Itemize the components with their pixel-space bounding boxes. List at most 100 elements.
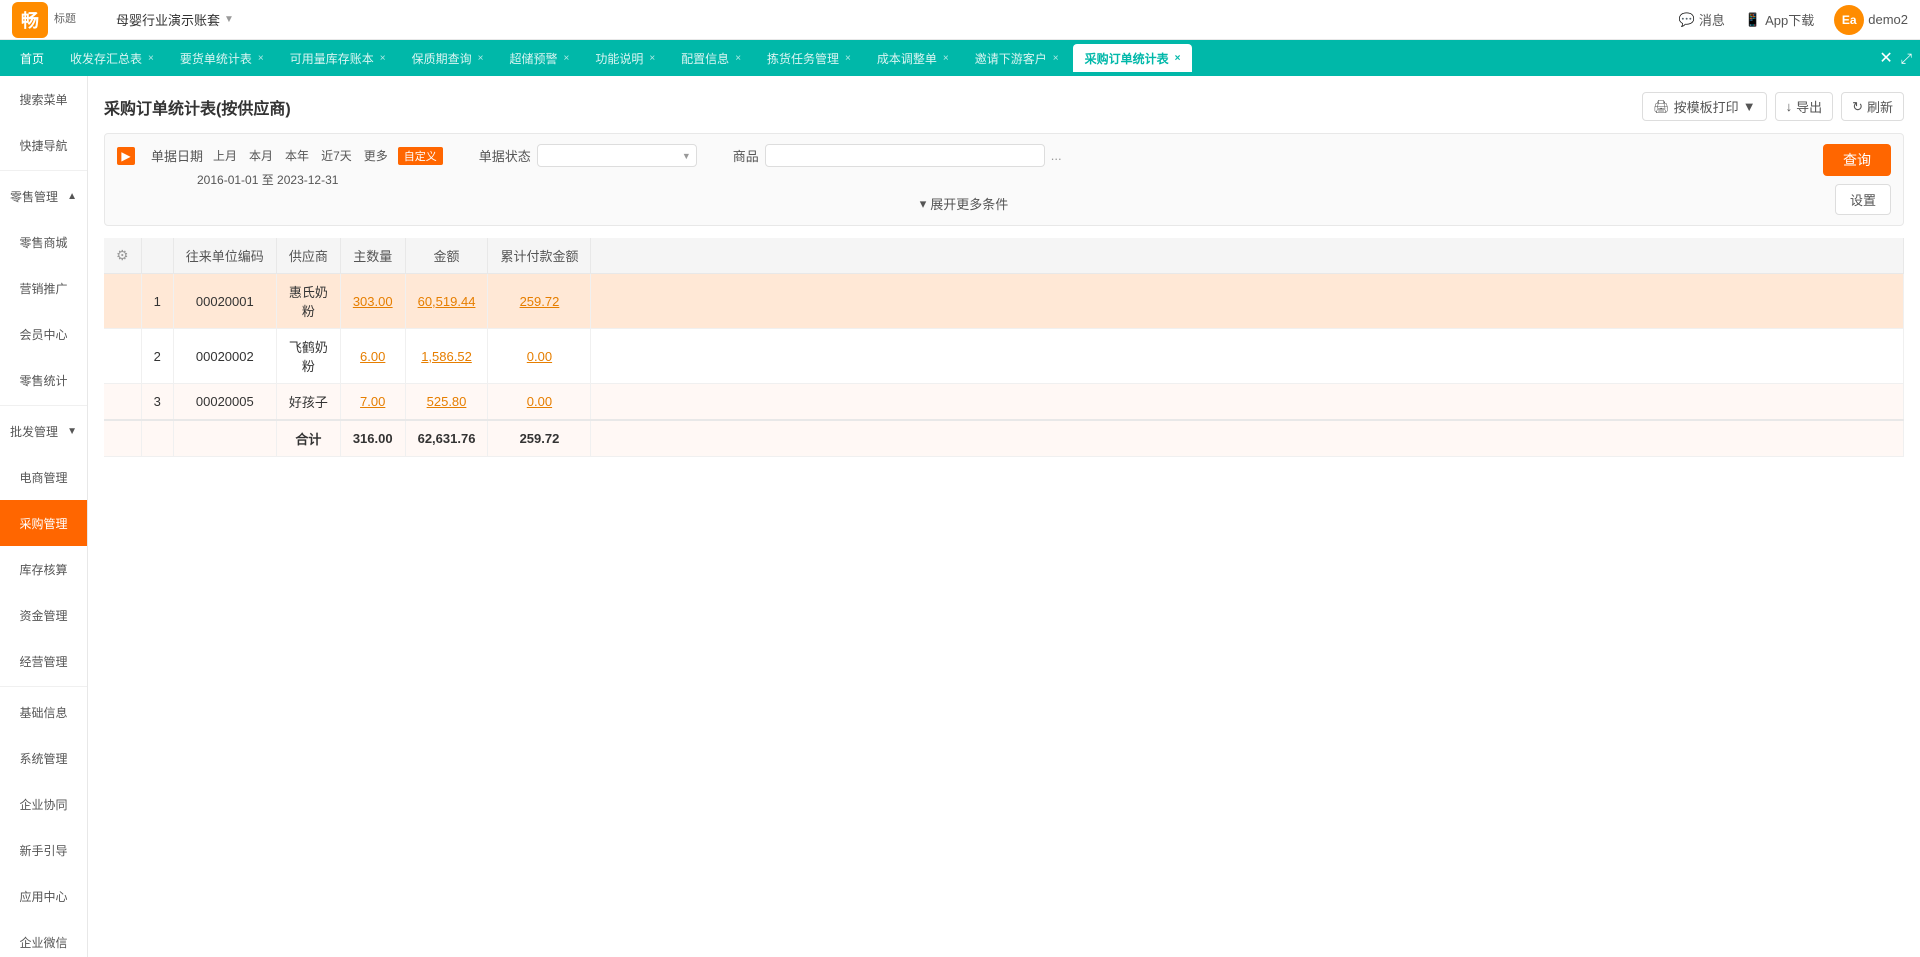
page-title: 采购订单统计表(按供应商) [104,95,291,119]
sidebar-divider-2 [0,405,87,406]
date-shortcut-this-month[interactable]: 本月 [245,146,277,165]
expand-tab-icon[interactable]: ⤢ [1901,50,1912,67]
tab-home[interactable]: 首页 [8,44,56,72]
sidebar-batch-mgmt-arrow-icon: ▼ [67,426,77,437]
row-paid-amount-cell[interactable]: 0.00 [488,329,591,384]
sidebar-item-quick-nav[interactable]: 快捷导航 [0,122,87,168]
row-quantity-cell[interactable]: 7.00 [340,384,405,421]
tab-purchase-stat-close-icon[interactable]: × [1175,53,1181,64]
expand-more-area: ▾ 展开更多条件 [117,194,1811,213]
tab-pick-task-close-icon[interactable]: × [845,53,851,64]
refresh-icon: ↻ [1852,99,1863,115]
tab-available-stock[interactable]: 可用量库存账本 × [278,44,398,72]
tab-invite-client-close-icon[interactable]: × [1053,53,1059,64]
sidebar-item-search[interactable]: 搜索菜单 [0,76,87,122]
row-supplier-code-cell: 00020005 [173,384,276,421]
tab-pick-task[interactable]: 拣货任务管理 × [755,44,863,72]
tab-warranty[interactable]: 保质期查询 × [400,44,496,72]
template-print-button[interactable]: 🖨 按模板打印 ▼ [1642,92,1766,121]
main-content: 采购订单统计表(按供应商) 🖨 按模板打印 ▼ ↓ 导出 ↻ 刷新 [88,76,1920,957]
filter-goods-item: 商品 ... [733,144,1062,167]
tab-order-stat-close-icon[interactable]: × [258,53,264,64]
export-button[interactable]: ↓ 导出 [1775,92,1834,121]
table-settings-icon[interactable]: ⚙ [116,247,129,263]
message-label: 消息 [1699,10,1725,29]
sidebar-item-retail-mgmt[interactable]: 零售管理 ▲ [0,173,87,219]
row-amount-cell[interactable]: 60,519.44 [405,274,488,329]
row-index-cell: 2 [141,329,173,384]
main-layout: 搜索菜单 快捷导航 零售管理 ▲ 零售商城 营销推广 会员中心 零售统计 批发管… [0,76,1920,957]
close-tab-icon[interactable]: ✕ [1879,48,1892,68]
row-quantity-cell[interactable]: 303.00 [340,274,405,329]
tab-cost-adjust[interactable]: 成本调整单 × [865,44,961,72]
tab-func-desc-close-icon[interactable]: × [649,53,655,64]
table-row[interactable]: 2 00020002 飞鹤奶粉 6.00 1,586.52 0.00 [104,329,1904,384]
sidebar-item-enterprise-collab[interactable]: 企业协同 [0,781,87,827]
sidebar-item-member-center[interactable]: 会员中心 [0,311,87,357]
tab-overstock-close-icon[interactable]: × [563,53,569,64]
expand-more-label: 展开更多条件 [930,194,1008,213]
date-shortcut-this-year[interactable]: 本年 [281,146,313,165]
sidebar-item-marketing[interactable]: 营销推广 [0,265,87,311]
sidebar-item-basic-info[interactable]: 基础信息 [0,689,87,735]
row-quantity-cell[interactable]: 6.00 [340,329,405,384]
workspace-selector[interactable]: 母婴行业演示账套 ▼ [116,10,234,29]
row-amount-cell[interactable]: 1,586.52 [405,329,488,384]
user-profile[interactable]: Ea demo2 [1834,5,1908,35]
date-shortcut-last-month[interactable]: 上月 [209,146,241,165]
tab-invite-client[interactable]: 邀请下游客户 × [963,44,1071,72]
tab-overstock[interactable]: 超储预警 × [497,44,581,72]
col-supplier-name: 供应商 [276,238,340,274]
sidebar-divider-1 [0,170,87,171]
sidebar-batch-mgmt-label: 批发管理 [10,423,58,440]
tab-warranty-label: 保质期查询 [412,50,472,67]
row-paid-amount-cell[interactable]: 259.72 [488,274,591,329]
sidebar-item-retail-stat[interactable]: 零售统计 [0,357,87,403]
row-extra-cell [591,384,1904,421]
sidebar-item-ops-mgmt[interactable]: 经营管理 [0,638,87,684]
row-extra-cell [591,274,1904,329]
goods-input[interactable] [765,144,1045,167]
tab-config[interactable]: 配置信息 × [669,44,753,72]
date-shortcut-7days[interactable]: 近7天 [317,146,356,165]
sidebar-item-app-center[interactable]: 应用中心 [0,873,87,919]
sidebar-item-stock-check[interactable]: 库存核算 [0,546,87,592]
app-download-btn[interactable]: 📱 App下载 [1745,10,1814,29]
sidebar-item-ecom-mgmt[interactable]: 电商管理 [0,454,87,500]
message-btn[interactable]: 💬 消息 [1679,10,1725,29]
sidebar-item-finance-mgmt[interactable]: 资金管理 [0,592,87,638]
setting-button[interactable]: 设置 [1835,184,1891,215]
tab-cost-adjust-close-icon[interactable]: × [943,53,949,64]
tab-warranty-close-icon[interactable]: × [478,53,484,64]
tab-available-stock-close-icon[interactable]: × [380,53,386,64]
date-custom-badge[interactable]: 自定义 [398,147,443,165]
sidebar-quick-nav-label: 快捷导航 [19,137,67,154]
tab-order-stat[interactable]: 要货单统计表 × [168,44,276,72]
row-amount-cell[interactable]: 525.80 [405,384,488,421]
tab-func-desc[interactable]: 功能说明 × [583,44,667,72]
sidebar-item-new-guide[interactable]: 新手引导 [0,827,87,873]
tab-receive-close-icon[interactable]: × [148,53,154,64]
sidebar-item-system-mgmt[interactable]: 系统管理 [0,735,87,781]
more-fields-icon[interactable]: ... [1051,148,1062,163]
filter-expand-toggle[interactable]: ▶ [117,147,135,165]
table-row[interactable]: 1 00020001 惠氏奶粉 303.00 60,519.44 259.72 [104,274,1904,329]
sidebar-enterprise-collab-label: 企业协同 [19,796,67,813]
refresh-button[interactable]: ↻ 刷新 [1841,92,1904,121]
row-paid-amount-cell[interactable]: 0.00 [488,384,591,421]
sidebar-item-retail-shop[interactable]: 零售商城 [0,219,87,265]
tab-config-close-icon[interactable]: × [735,53,741,64]
search-button[interactable]: 查询 [1823,144,1891,176]
expand-more-button[interactable]: ▾ 展开更多条件 [920,194,1009,213]
table-row[interactable]: 3 00020005 好孩子 7.00 525.80 0.00 [104,384,1904,421]
status-select[interactable] [537,144,697,167]
row-index-cell: 3 [141,384,173,421]
date-range-display: 2016-01-01 至 2023-12-31 [197,171,1811,188]
sidebar-item-batch-mgmt[interactable]: 批发管理 ▼ [0,408,87,454]
tab-receive[interactable]: 收发存汇总表 × [58,44,166,72]
date-shortcut-more[interactable]: 更多 [360,146,392,165]
row-supplier-code-cell: 00020002 [173,329,276,384]
sidebar-item-enterprise-wechat[interactable]: 企业微信 [0,919,87,957]
sidebar-item-purchase-mgmt[interactable]: 采购管理 [0,500,87,546]
tab-purchase-stat[interactable]: 采购订单统计表 × [1073,44,1193,72]
